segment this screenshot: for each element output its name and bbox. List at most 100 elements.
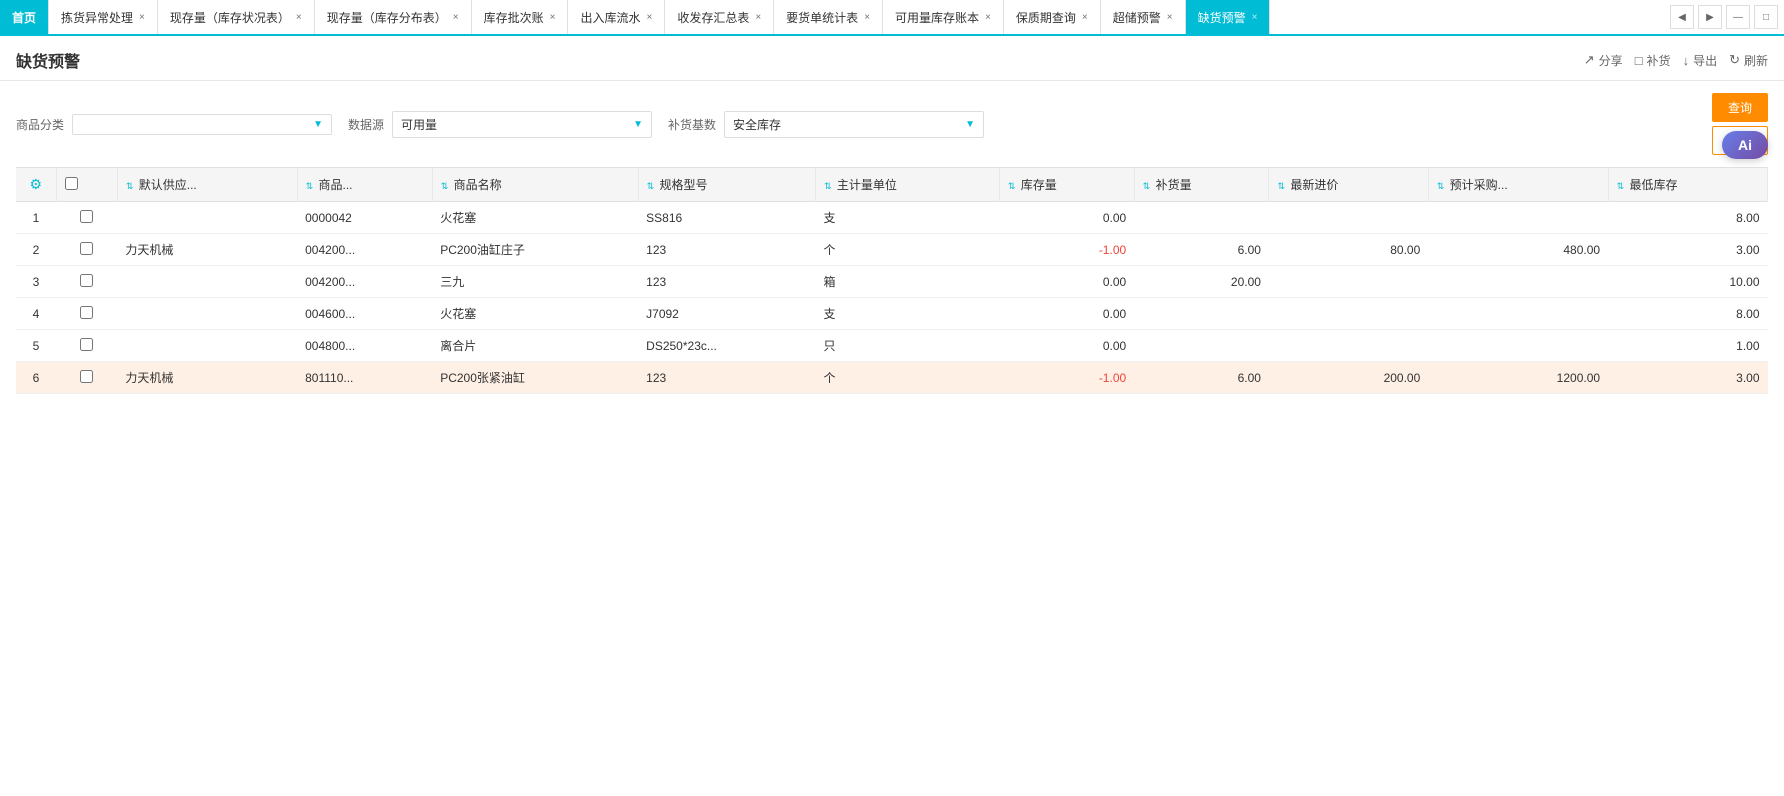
table-row: 4 004600... 火花塞 J7092 支 0.00 8.00 [16,298,1768,330]
col-goods-code[interactable]: ⇅ 商品... [297,168,432,202]
tab-available-ledger[interactable]: 可用量库存账本 × [883,0,1004,34]
col-unit[interactable]: ⇅ 主计量单位 [816,168,1000,202]
row-stock-3: 0.00 [999,298,1134,330]
table-row: 6 力天机械 801110... PC200张紧油缸 123 个 -1.00 6… [16,362,1768,394]
unit-sort-icon: ⇅ [824,181,832,191]
tab-home-label: 首页 [12,9,36,26]
tab-maximize-btn[interactable]: □ [1754,5,1778,29]
tab-demand-stat[interactable]: 要货单统计表 × [774,0,883,34]
tab-overstock-close[interactable]: × [1167,12,1173,23]
tab-collect-total-close[interactable]: × [755,12,761,23]
category-label: 商品分类 [16,116,64,133]
tab-overstock-label: 超储预警 [1113,9,1161,26]
row-no-1: 2 [16,234,56,266]
col-stock[interactable]: ⇅ 库存量 [999,168,1134,202]
table-header-row: ⚙ ⇅ 默认供应... ⇅ 商品... ⇅ 商品名称 [16,168,1768,202]
select-all-checkbox[interactable] [65,177,78,190]
filter-area: 商品分类 ▼ 数据源 可用量 ▼ 补货基数 安全库存 ▼ 查询 设置 [0,81,1784,167]
row-replenish-3 [1134,298,1269,330]
tab-shortage[interactable]: 缺货预警 × [1186,0,1271,34]
tab-home[interactable]: 首页 [0,0,49,34]
category-arrow-icon: ▼ [313,119,323,130]
data-table: ⚙ ⇅ 默认供应... ⇅ 商品... ⇅ 商品名称 [16,167,1768,394]
row-goods-code-1: 004200... [297,234,432,266]
row-checkbox-4[interactable] [56,330,117,362]
tab-inout-flow[interactable]: 出入库流水 × [568,0,665,34]
row-checkbox-3[interactable] [56,298,117,330]
replenish-base-select[interactable]: 安全库存 ▼ [724,111,984,138]
export-button[interactable]: ↓ 导出 [1683,52,1718,69]
col-spec[interactable]: ⇅ 规格型号 [638,168,815,202]
row-supplier-5: 力天机械 [117,362,297,394]
tab-batch-account[interactable]: 库存批次账 × [472,0,569,34]
row-replenish-1: 6.00 [1134,234,1269,266]
tab-next-btn[interactable]: ▶ [1698,5,1722,29]
datasource-value: 可用量 [401,116,437,133]
tab-demand-stat-close[interactable]: × [864,12,870,23]
latest-price-sort-icon: ⇅ [1277,181,1285,191]
row-stock-0: 0.00 [999,202,1134,234]
ai-button[interactable]: Ai [1722,131,1768,159]
datasource-select[interactable]: 可用量 ▼ [392,111,652,138]
tab-expiry-close[interactable]: × [1082,12,1088,23]
category-select[interactable]: ▼ [72,114,332,135]
estimated-purchase-sort-icon: ⇅ [1437,181,1445,191]
tab-abnormal-close[interactable]: × [139,12,145,23]
col-replenish[interactable]: ⇅ 补货量 [1134,168,1269,202]
table-body: 1 0000042 火花塞 SS816 支 0.00 8.00 2 力天机械 0… [16,202,1768,394]
col-latest-price[interactable]: ⇅ 最新进价 [1269,168,1428,202]
datasource-label: 数据源 [348,116,384,133]
col-min-stock[interactable]: ⇅ 最低库存 [1608,168,1767,202]
row-goods-code-2: 004200... [297,266,432,298]
refresh-button[interactable]: ↻ 刷新 [1729,52,1768,69]
col-settings[interactable]: ⚙ [16,168,56,202]
row-replenish-0 [1134,202,1269,234]
tab-inventory-status-close[interactable]: × [296,12,302,23]
datasource-arrow-icon: ▼ [633,119,643,130]
row-no-4: 5 [16,330,56,362]
category-filter-group: 商品分类 ▼ [16,114,332,135]
row-goods-name-5: PC200张紧油缸 [432,362,638,394]
col-estimated-purchase[interactable]: ⇅ 预计采购... [1428,168,1608,202]
tab-batch-account-close[interactable]: × [550,12,556,23]
row-spec-0: SS816 [638,202,815,234]
share-button[interactable]: ↗ 分享 [1584,52,1623,69]
tab-nav-controls: ◀ ▶ — □ [1664,5,1784,29]
row-goods-code-4: 004800... [297,330,432,362]
tab-minimize-btn[interactable]: — [1726,5,1750,29]
row-checkbox-2[interactable] [56,266,117,298]
tab-expiry-label: 保质期查询 [1016,9,1076,26]
row-checkbox-0[interactable] [56,202,117,234]
tab-available-ledger-close[interactable]: × [985,12,991,23]
tab-shortage-close[interactable]: × [1252,12,1258,23]
tab-expiry[interactable]: 保质期查询 × [1004,0,1101,34]
replenish-button[interactable]: □ 补货 [1635,52,1671,69]
tab-collect-total[interactable]: 收发存汇总表 × [665,0,774,34]
datasource-filter-group: 数据源 可用量 ▼ [348,111,652,138]
tab-bar: 首页 拣货异常处理 × 现存量（库存状况表） × 现存量（库存分布表） × 库存… [0,0,1784,36]
col-supplier[interactable]: ⇅ 默认供应... [117,168,297,202]
settings-gear-icon[interactable]: ⚙ [29,176,42,192]
row-checkbox-5[interactable] [56,362,117,394]
tab-inout-flow-close[interactable]: × [646,12,652,23]
row-checkbox-1[interactable] [56,234,117,266]
row-min-stock-0: 8.00 [1608,202,1767,234]
query-button[interactable]: 查询 [1712,93,1768,122]
tab-overstock[interactable]: 超储预警 × [1101,0,1186,34]
refresh-icon: ↻ [1729,52,1740,68]
row-estimated-purchase-0 [1428,202,1608,234]
tab-inventory-dist[interactable]: 现存量（库存分布表） × [315,0,472,34]
tab-abnormal[interactable]: 拣货异常处理 × [49,0,158,34]
tab-prev-btn[interactable]: ◀ [1670,5,1694,29]
row-replenish-4 [1134,330,1269,362]
col-goods-name[interactable]: ⇅ 商品名称 [432,168,638,202]
row-estimated-purchase-1: 480.00 [1428,234,1608,266]
row-min-stock-3: 8.00 [1608,298,1767,330]
row-goods-code-0: 0000042 [297,202,432,234]
tab-inventory-dist-close[interactable]: × [453,12,459,23]
tab-inventory-status[interactable]: 现存量（库存状况表） × [158,0,315,34]
row-spec-5: 123 [638,362,815,394]
row-unit-4: 只 [816,330,1000,362]
row-no-2: 3 [16,266,56,298]
row-unit-0: 支 [816,202,1000,234]
